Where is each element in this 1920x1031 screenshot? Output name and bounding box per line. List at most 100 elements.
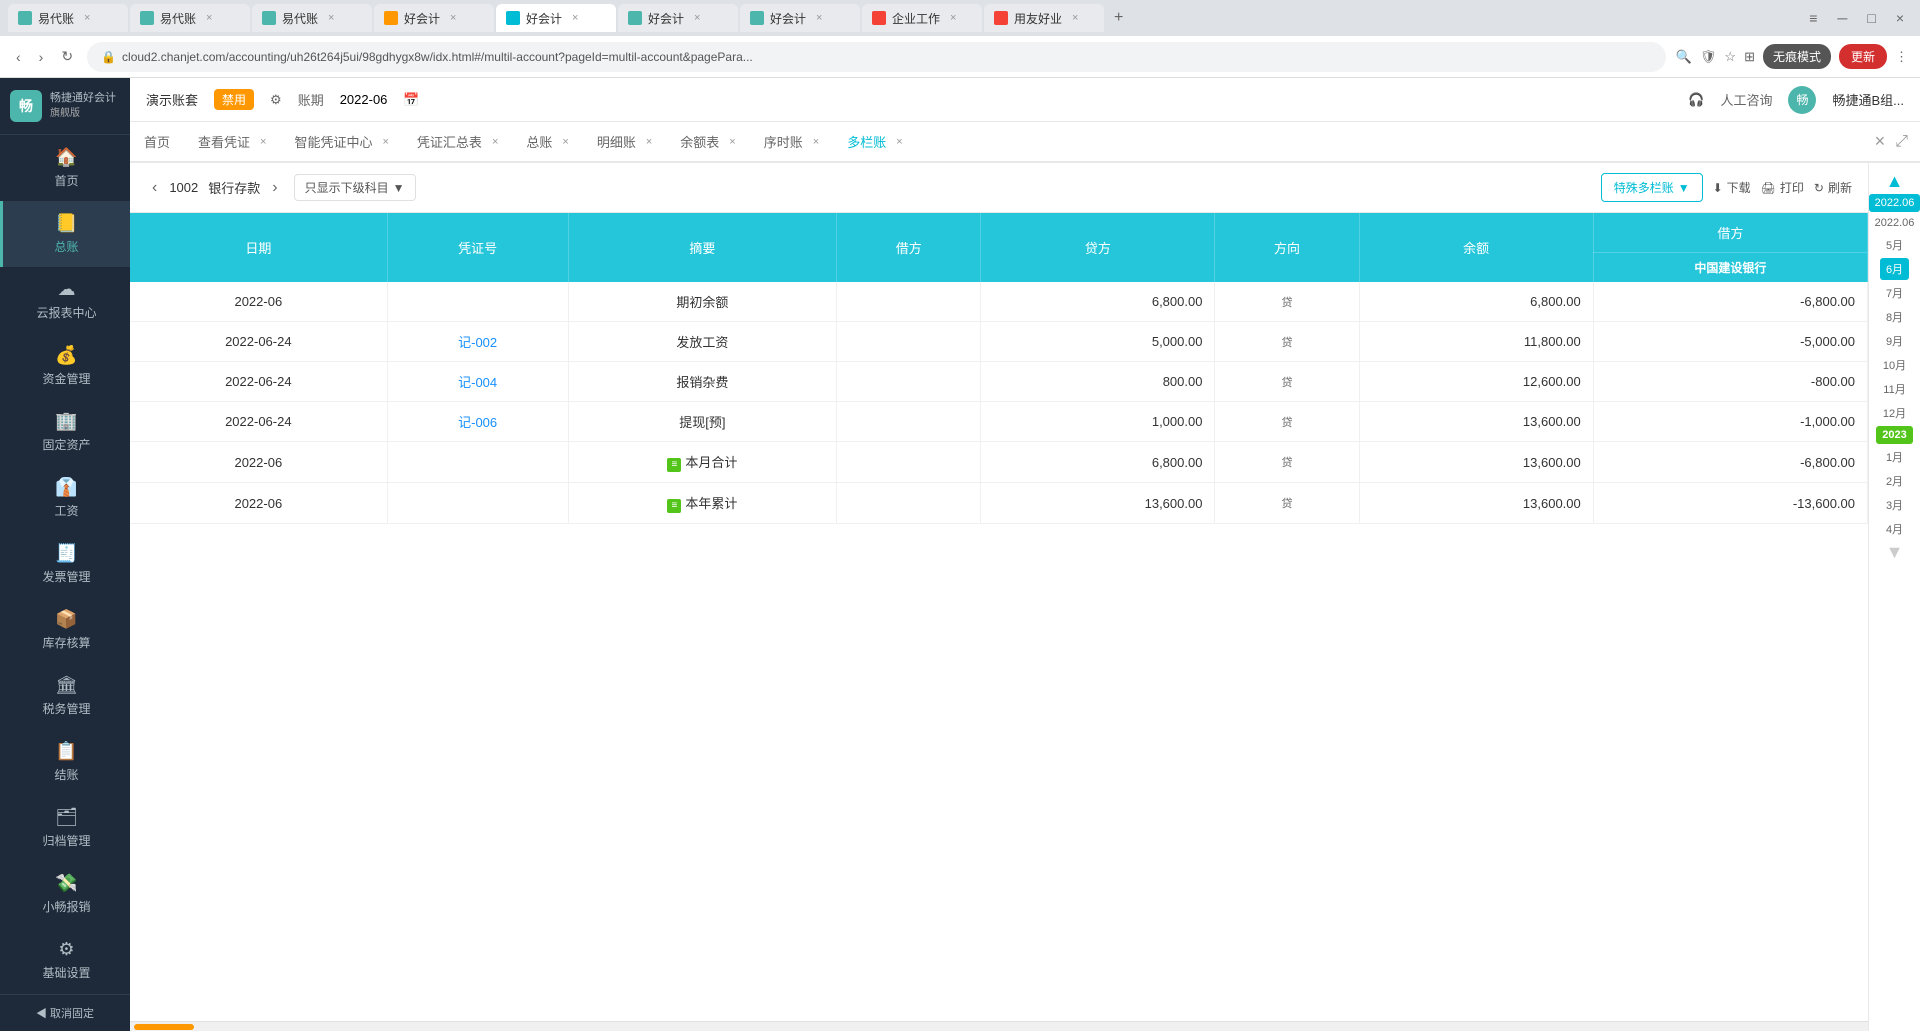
- tab-yidaizhang-2[interactable]: 易代账 ×: [130, 4, 250, 32]
- tab-yidaizhang-3[interactable]: 易代账 ×: [252, 4, 372, 32]
- scroll-date-6[interactable]: 6月: [1880, 258, 1909, 280]
- refresh-button[interactable]: ↻: [57, 44, 77, 69]
- close-button[interactable]: ×: [1888, 6, 1912, 30]
- star-icon[interactable]: ☆: [1724, 49, 1736, 65]
- incognito-button[interactable]: 无痕模式: [1763, 44, 1831, 69]
- search-icon[interactable]: 🔍: [1676, 49, 1692, 65]
- tab-close-8[interactable]: ×: [950, 12, 956, 24]
- tab-close-6[interactable]: ×: [694, 12, 700, 24]
- print-button[interactable]: 🖨 打印: [1761, 179, 1804, 196]
- tab-voucher-summary[interactable]: 凭证汇总表 ×: [403, 122, 512, 163]
- scroll-date-2022-06-1[interactable]: 2022.06: [1869, 194, 1920, 212]
- tab-haokuaiji-3[interactable]: 好会计 ×: [740, 4, 860, 32]
- close-panel-icon[interactable]: ×: [1875, 131, 1886, 152]
- prev-account-button[interactable]: ‹: [146, 177, 163, 199]
- tab-close-7[interactable]: ×: [816, 12, 822, 24]
- tab-sequence[interactable]: 序时账 ×: [750, 122, 833, 163]
- tab-balance-close[interactable]: ×: [729, 136, 735, 148]
- scroll-date-10[interactable]: 10月: [1877, 354, 1912, 376]
- sidebar-item-tax[interactable]: 🏛 税务管理: [0, 663, 130, 729]
- sidebar-item-archive[interactable]: 🗂 归档管理: [0, 795, 130, 861]
- sidebar-item-expense[interactable]: 💸 小畅报销: [0, 861, 130, 927]
- tab-haokuaiji-2[interactable]: 好会计 ×: [618, 4, 738, 32]
- new-tab-button[interactable]: +: [1106, 5, 1131, 31]
- settings-gear-icon[interactable]: ⚙: [270, 92, 282, 108]
- tab-close-9[interactable]: ×: [1072, 12, 1078, 24]
- tab-multi-column-close[interactable]: ×: [896, 136, 902, 148]
- restore-button[interactable]: □: [1859, 6, 1883, 30]
- filter-dropdown[interactable]: 只显示下级科目 ▼: [294, 174, 416, 201]
- scroll-date-7[interactable]: 7月: [1880, 282, 1909, 304]
- scroll-date-12[interactable]: 12月: [1877, 402, 1912, 424]
- scroll-date-1[interactable]: 1月: [1880, 446, 1909, 468]
- scroll-down-button[interactable]: ▼: [1886, 542, 1904, 563]
- minimize-button[interactable]: ─: [1829, 6, 1855, 30]
- scroll-date-2[interactable]: 2月: [1880, 470, 1909, 492]
- sidebar-item-home[interactable]: 🏠 首页: [0, 135, 130, 201]
- voucher-link[interactable]: 记-004: [387, 362, 568, 402]
- tab-balance[interactable]: 余额表 ×: [666, 122, 749, 163]
- tab-enterprise[interactable]: 企业工作 ×: [862, 4, 982, 32]
- tab-close-4[interactable]: ×: [450, 12, 456, 24]
- download-button[interactable]: ⬇ 下载: [1713, 179, 1751, 196]
- help-label[interactable]: 人工咨询: [1720, 90, 1772, 109]
- tab-voucher-close[interactable]: ×: [260, 136, 266, 148]
- tab-yidaizhang-1[interactable]: 易代账 ×: [8, 4, 128, 32]
- tab-close-2[interactable]: ×: [206, 12, 212, 24]
- scroll-date-11[interactable]: 11月: [1877, 378, 1911, 400]
- url-bar[interactable]: 🔒 cloud2.chanjet.com/accounting/uh26t264…: [87, 42, 1666, 72]
- tab-sequence-close[interactable]: ×: [813, 136, 819, 148]
- tab-haokuaiji-1[interactable]: 好会计 ×: [374, 4, 494, 32]
- menu-icon[interactable]: ⋮: [1895, 49, 1908, 65]
- forward-button[interactable]: ›: [35, 45, 48, 69]
- tab-multi-column[interactable]: 多栏账 ×: [833, 122, 916, 163]
- special-multicolumn-button[interactable]: 特殊多栏账 ▼: [1601, 173, 1703, 202]
- scroll-date-8[interactable]: 8月: [1880, 306, 1909, 328]
- scroll-date-5[interactable]: 5月: [1880, 234, 1909, 256]
- table-scrollbar[interactable]: [130, 1021, 1868, 1031]
- tab-detail-ledger[interactable]: 明细账 ×: [583, 122, 666, 163]
- sidebar-item-invoice[interactable]: 🧾 发票管理: [0, 531, 130, 597]
- sidebar-item-fund[interactable]: 💰 资金管理: [0, 333, 130, 399]
- shield-icon[interactable]: 🛡: [1700, 49, 1717, 65]
- tab-list-button[interactable]: ≡: [1801, 6, 1825, 30]
- scrollbar-thumb[interactable]: [134, 1024, 194, 1030]
- calendar-icon[interactable]: 📅: [403, 92, 419, 108]
- tab-voucher-summary-close[interactable]: ×: [492, 136, 498, 148]
- tab-close-5[interactable]: ×: [572, 12, 578, 24]
- sidebar-item-inventory[interactable]: 📦 库存核算: [0, 597, 130, 663]
- tab-general-ledger-close[interactable]: ×: [562, 136, 568, 148]
- scroll-date-9[interactable]: 9月: [1880, 330, 1909, 352]
- sidebar-item-close[interactable]: 📋 结账: [0, 729, 130, 795]
- account-status-badge: 禁用: [214, 89, 254, 110]
- scroll-up-button[interactable]: ▲: [1886, 171, 1904, 192]
- tab-voucher[interactable]: 查看凭证 ×: [184, 122, 280, 163]
- back-button[interactable]: ‹: [12, 45, 25, 69]
- tab-yonyou[interactable]: 用友好业 ×: [984, 4, 1104, 32]
- scroll-date-2022-06-2[interactable]: 2022.06: [1869, 214, 1920, 232]
- tab-general-ledger[interactable]: 总账 ×: [512, 122, 582, 163]
- tab-smart-voucher-close[interactable]: ×: [382, 136, 388, 148]
- sidebar-item-settings[interactable]: ⚙ 基础设置: [0, 927, 130, 993]
- tab-detail-ledger-close[interactable]: ×: [646, 136, 652, 148]
- collapse-sidebar-button[interactable]: ◀ 取消固定: [10, 1005, 120, 1021]
- tab-smart-voucher[interactable]: 智能凭证中心 ×: [280, 122, 402, 163]
- refresh-button[interactable]: ↻ 刷新: [1814, 179, 1852, 196]
- scroll-year-2023[interactable]: 2023: [1876, 426, 1912, 444]
- sidebar-item-ledger[interactable]: 📒 总账: [0, 201, 130, 267]
- voucher-link[interactable]: 记-006: [387, 402, 568, 442]
- scroll-date-3[interactable]: 3月: [1880, 494, 1909, 516]
- next-account-button[interactable]: ›: [266, 177, 283, 199]
- sidebar-item-cloud[interactable]: ☁ 云报表中心: [0, 267, 130, 333]
- voucher-link[interactable]: 记-002: [387, 322, 568, 362]
- sidebar-item-salary[interactable]: 👔 工资: [0, 465, 130, 531]
- tab-home[interactable]: 首页: [130, 122, 184, 163]
- tab-close-1[interactable]: ×: [84, 12, 90, 24]
- scroll-date-4[interactable]: 4月: [1880, 518, 1909, 540]
- tab-close-3[interactable]: ×: [328, 12, 334, 24]
- sidebar-item-assets[interactable]: 🏢 固定资产: [0, 399, 130, 465]
- update-button[interactable]: 更新: [1839, 44, 1887, 69]
- extension-icon[interactable]: ⊞: [1744, 49, 1755, 65]
- expand-panel-icon[interactable]: ⤢: [1895, 133, 1908, 151]
- tab-haokuaiji-active[interactable]: 好会计 ×: [496, 4, 616, 32]
